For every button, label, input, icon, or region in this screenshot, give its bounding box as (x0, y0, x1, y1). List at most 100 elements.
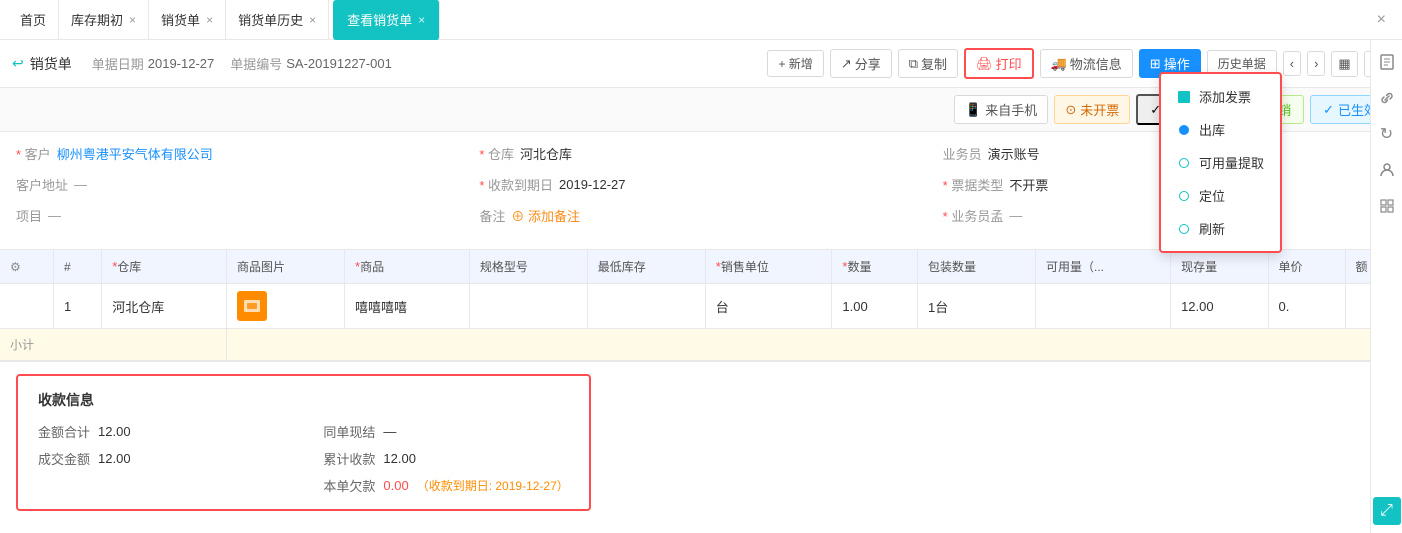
close-tab-inventory[interactable]: × (129, 13, 136, 27)
dropdown-refresh[interactable]: 刷新 (1161, 212, 1280, 245)
doc-number-field: 单据编号 SA-20191227-001 (230, 54, 392, 73)
total-amount-value: 12.00 (98, 424, 131, 439)
row-spec-cell (469, 284, 587, 329)
close-tab-history[interactable]: × (309, 13, 316, 27)
close-tab-view-sales[interactable]: × (418, 13, 425, 27)
dropdown-outbound[interactable]: 出库 (1161, 113, 1280, 146)
customer-value[interactable]: 柳州粤港平安气体有限公司 (57, 144, 213, 163)
tab-home[interactable]: 首页 (8, 0, 59, 40)
sidebar-grid-icon[interactable] (1373, 192, 1401, 220)
outbound-icon (1177, 123, 1191, 137)
logistics-icon: 🚚 (1051, 56, 1067, 72)
window-close-button[interactable]: × (1369, 11, 1394, 29)
min-stock-col-header: 最低库存 (587, 250, 705, 284)
sidebar-link-icon[interactable] (1373, 84, 1401, 112)
subtotal-values-cell (227, 329, 1402, 361)
doc-date-field: 单据日期 2019-12-27 (92, 54, 215, 73)
customer-label: 客户 (16, 144, 51, 163)
table-row: 1 河北仓库 嘻嘻嘻嘻 台 1.00 1台 12.00 0. (0, 284, 1402, 329)
spec-col-header: 规格型号 (469, 250, 587, 284)
warehouse-value: 河北仓库 (520, 144, 572, 163)
table-header-row: ⚙ # *仓库 商品图片 *商品 规格型号 最低库存 *销售单位 *数量 包装数… (0, 250, 1402, 284)
row-sales-unit-cell: 台 (705, 284, 832, 329)
bottom-panel: 收款信息 金额合计 12.00 同单现结 — 成交金额 12.00 累计收款 1… (0, 361, 1402, 523)
row-product-img-cell (227, 284, 345, 329)
operate-icon: ⊞ (1150, 56, 1161, 72)
phone-icon: 📱 (965, 102, 981, 118)
same-order-settle-label: 同单现结 (323, 422, 375, 441)
cumulative-receipts-value: 12.00 (383, 451, 416, 466)
dropdown-refresh-icon (1177, 222, 1191, 236)
sidebar-doc-icon[interactable] (1373, 48, 1401, 76)
copy-button[interactable]: ⧉ 复制 (898, 49, 958, 78)
sidebar-refresh-icon[interactable]: ↻ (1373, 120, 1401, 148)
quantity-col-header: *数量 (832, 250, 918, 284)
add-remark-button[interactable]: ⊕ 添加备注 (511, 206, 580, 225)
no-col-header: # (53, 250, 101, 284)
pending-invoice-button[interactable]: ⊙ 未开票 (1054, 95, 1130, 124)
invoice-type-value: 不开票 (1009, 175, 1048, 194)
address-value: — (74, 177, 87, 192)
row-quantity-cell: 1.00 (832, 284, 918, 329)
project-value: — (48, 208, 61, 223)
payment-title: 收款信息 (38, 390, 569, 410)
total-amount-row: 金额合计 12.00 (38, 422, 283, 441)
same-order-settle-row: 同单现结 — (323, 422, 568, 441)
doc-meta: 单据日期 2019-12-27 单据编号 SA-20191227-001 (92, 54, 768, 73)
doc-type-icon: ↩ (12, 55, 24, 72)
products-table: ⚙ # *仓库 商品图片 *商品 规格型号 最低库存 *销售单位 *数量 包装数… (0, 250, 1402, 361)
dropdown-add-invoice[interactable]: 添加发票 (1161, 80, 1280, 113)
print-icon: 🖨 (976, 56, 993, 72)
close-tab-sales[interactable]: × (206, 13, 213, 27)
prev-record-button[interactable]: ‹ (1283, 51, 1301, 76)
right-sidebar: ↻ ⤢ (1370, 40, 1402, 533)
warehouse-label: 仓库 (479, 144, 514, 163)
warehouse-field: 仓库 河北仓库 (479, 144, 922, 163)
tab-inventory-init[interactable]: 库存期初 × (59, 0, 149, 40)
arrears-row: 本单欠款 0.00 （收款到期日: 2019-12-27） (323, 476, 568, 495)
project-label: 项目 (16, 206, 42, 225)
tab-sales-order[interactable]: 销货单 × (149, 0, 226, 40)
address-field: 客户地址 — (16, 175, 459, 194)
tab-view-sales[interactable]: 查看销货单 × (333, 0, 440, 40)
sales-staff-label: 业务员孟 (943, 206, 1004, 225)
share-button[interactable]: ↗ 分享 (830, 49, 892, 78)
package-qty-col-header: 包装数量 (918, 250, 1036, 284)
payment-grid: 金额合计 12.00 同单现结 — 成交金额 12.00 累计收款 12.00 (38, 422, 569, 495)
pay-due-date-label: 收款到期日 (479, 175, 553, 194)
doc-date-value: 2019-12-27 (148, 56, 215, 71)
available-col-header: 可用量（... (1036, 250, 1171, 284)
sidebar-expand-icon[interactable]: ⤢ (1373, 497, 1401, 525)
doc-date-label: 单据日期 (92, 54, 144, 73)
tab-sales-history[interactable]: 销货单历史 × (226, 0, 329, 40)
deal-amount-value: 12.00 (98, 451, 131, 466)
product-img-col-header: 商品图片 (227, 250, 345, 284)
logistics-button[interactable]: 🚚 物流信息 (1040, 49, 1133, 78)
copy-icon: ⧉ (909, 56, 918, 72)
available-qty-icon (1177, 156, 1191, 170)
view-grid-button[interactable]: ▦ (1331, 51, 1357, 77)
pay-due-date-value: 2019-12-27 (559, 177, 626, 192)
dropdown-locate[interactable]: 定位 (1161, 179, 1280, 212)
product-icon (242, 296, 262, 316)
dropdown-available-qty[interactable]: 可用量提取 (1161, 146, 1280, 179)
payment-info: 收款信息 金额合计 12.00 同单现结 — 成交金额 12.00 累计收款 1… (16, 374, 591, 511)
unit-price-col-header: 单价 (1268, 250, 1345, 284)
subtotal-row: 小计 (0, 329, 1402, 361)
top-nav: 首页 库存期初 × 销货单 × 销货单历史 × 查看销货单 × × (0, 0, 1402, 40)
from-phone-button[interactable]: 📱 来自手机 (954, 95, 1048, 124)
doc-title: 销货单 (30, 54, 72, 74)
add-button[interactable]: + 新增 (767, 50, 823, 77)
row-current-stock-cell: 12.00 (1171, 284, 1268, 329)
cumulative-receipts-label: 累计收款 (323, 449, 375, 468)
sales-staff-value: — (1009, 208, 1022, 223)
add-invoice-icon (1177, 90, 1191, 104)
product-col-header: *商品 (345, 250, 470, 284)
print-button[interactable]: 🖨 打印 (964, 48, 1034, 79)
remark-label: 备注 (479, 206, 505, 225)
address-label: 客户地址 (16, 175, 68, 194)
effective-icon: ✓ (1323, 102, 1334, 118)
staff-value: 演示账号 (988, 144, 1040, 163)
sidebar-user-icon[interactable] (1373, 156, 1401, 184)
next-record-button[interactable]: › (1307, 51, 1325, 76)
